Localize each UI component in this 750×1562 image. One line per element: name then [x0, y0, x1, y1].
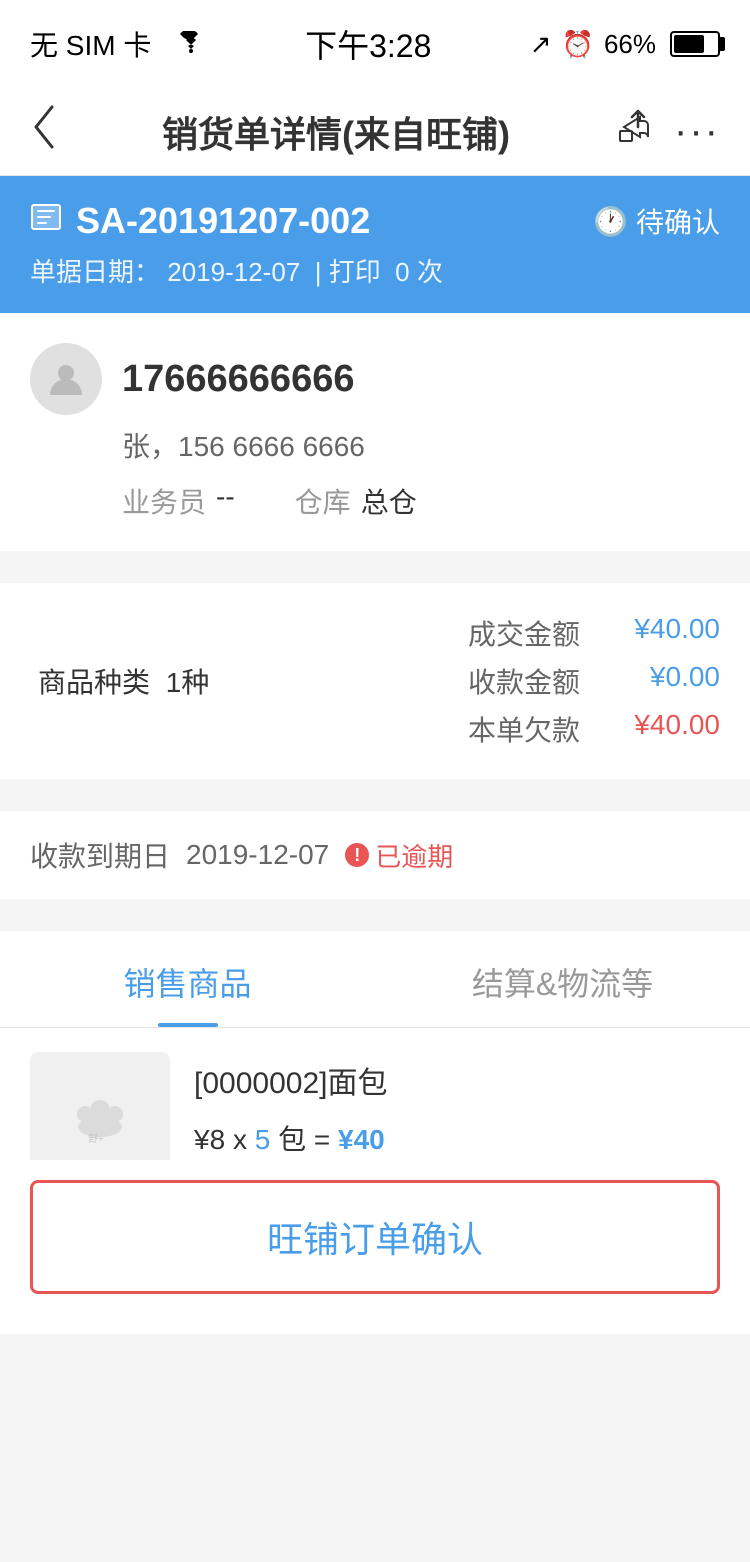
customer-section: 17666666666 张，156 6666 6666 业务员 -- 仓库 总仓 — [0, 313, 750, 551]
warehouse-meta: 仓库 总仓 — [295, 481, 417, 521]
warehouse-value: 总仓 — [361, 481, 417, 521]
overdue-badge: ! 已逾期 — [345, 837, 453, 874]
order-date-row: 单据日期： 2019-12-07 | 打印 0 次 — [30, 252, 720, 289]
category-value: 1种 — [166, 667, 210, 698]
transaction-label: 成交金额 — [468, 613, 580, 653]
product-total: ¥40 — [338, 1124, 385, 1155]
divider-3 — [0, 915, 750, 931]
received-label: 收款金额 — [468, 661, 580, 701]
balance-row: 本单欠款 ¥40.00 — [468, 709, 720, 749]
customer-phone: 17666666666 — [122, 358, 354, 401]
back-button[interactable] — [30, 103, 58, 161]
status-time: 下午3:28 — [305, 21, 431, 67]
order-id: SA-20191207-002 — [30, 200, 370, 242]
page-title: 销货单详情(来自旺铺) — [162, 106, 510, 158]
alarm-icon: ⏰ — [562, 29, 594, 60]
order-id-text: SA-20191207-002 — [76, 200, 370, 242]
svg-text:野+: 野+ — [88, 1133, 104, 1145]
received-row: 收款金额 ¥0.00 — [468, 661, 720, 701]
order-date-value: 2019-12-07 — [167, 257, 300, 287]
salesperson-value: -- — [216, 481, 235, 521]
salesperson-label: 业务员 — [122, 481, 206, 521]
date-label: 单据日期： — [30, 257, 160, 287]
status-right: ↗ ⏰ 66% — [530, 29, 720, 60]
tab-products-label: 销售商品 — [123, 966, 251, 1002]
category-label: 商品种类 — [38, 667, 150, 698]
transaction-row: 成交金额 ¥40.00 — [468, 613, 720, 653]
product-info: [0000002]面包 ¥8 x 5 包 = ¥40 — [194, 1052, 720, 1158]
due-date-value: 2019-12-07 — [186, 839, 329, 871]
battery-percent: 66% — [604, 29, 656, 60]
nav-actions: ··· — [614, 107, 720, 156]
due-section: 收款到期日 2019-12-07 ! 已逾期 — [0, 811, 750, 899]
share-icon[interactable] — [614, 107, 654, 156]
wifi-icon — [175, 30, 207, 61]
product-price: ¥8 x 5 包 = ¥40 — [194, 1118, 720, 1158]
order-status: 🕐 待确认 — [593, 201, 720, 241]
avatar — [30, 343, 102, 415]
more-icon[interactable]: ··· — [674, 109, 720, 154]
salesperson-meta: 业务员 -- — [122, 481, 235, 521]
category-stat: 商品种类 1种 — [30, 661, 209, 701]
received-value: ¥0.00 — [600, 661, 720, 701]
due-date-label: 收款到期日 — [30, 835, 170, 875]
balance-label: 本单欠款 — [468, 709, 580, 749]
stats-left: 商品种类 1种 — [30, 613, 468, 749]
order-header: SA-20191207-002 🕐 待确认 单据日期： 2019-12-07 |… — [0, 176, 750, 313]
confirm-order-button[interactable]: 旺铺订单确认 — [30, 1180, 720, 1294]
nav-bar: 销货单详情(来自旺铺) ··· — [0, 88, 750, 176]
price-unit: ¥8 — [194, 1124, 225, 1155]
location-icon: ↗ — [530, 29, 552, 60]
customer-meta: 业务员 -- 仓库 总仓 — [122, 481, 720, 521]
bottom-spacer — [0, 1432, 750, 1562]
tabs-section: 销售商品 结算&物流等 — [0, 931, 750, 1028]
order-status-text: 待确认 — [636, 201, 720, 241]
product-qty: 5 — [255, 1124, 271, 1155]
divider-2 — [0, 795, 750, 811]
status-clock-icon: 🕐 — [593, 205, 628, 238]
multiply-sign: x — [233, 1124, 247, 1155]
overdue-icon: ! — [345, 843, 369, 867]
stats-right: 成交金额 ¥40.00 收款金额 ¥0.00 本单欠款 ¥40.00 — [468, 613, 720, 749]
tabs-row: 销售商品 结算&物流等 — [0, 931, 750, 1028]
stats-section: 商品种类 1种 成交金额 ¥40.00 收款金额 ¥0.00 本单欠款 ¥40.… — [0, 583, 750, 779]
warehouse-label: 仓库 — [295, 481, 351, 521]
divider-1 — [0, 567, 750, 583]
tab-products[interactable]: 销售商品 — [0, 931, 375, 1027]
carrier-text: 无 SIM 卡 — [30, 30, 151, 61]
print-info: | 打印 0 次 — [307, 257, 442, 287]
product-name: [0000002]面包 — [194, 1058, 720, 1102]
product-unit: 包 — [278, 1124, 306, 1155]
tab-settlement[interactable]: 结算&物流等 — [375, 931, 750, 1027]
balance-value: ¥40.00 — [600, 709, 720, 749]
order-icon — [30, 200, 66, 242]
transaction-value: ¥40.00 — [600, 613, 720, 653]
status-bar: 无 SIM 卡 下午3:28 ↗ ⏰ 66% — [0, 0, 750, 88]
overdue-text: 已逾期 — [375, 837, 453, 874]
bottom-bar: 旺铺订单确认 — [0, 1160, 750, 1334]
battery-icon — [670, 31, 720, 57]
customer-name: 张，156 6666 6666 — [122, 425, 720, 465]
tab-settlement-label: 结算&物流等 — [472, 966, 653, 1002]
equals-sign: = — [314, 1124, 330, 1155]
carrier-wifi: 无 SIM 卡 — [30, 24, 207, 64]
